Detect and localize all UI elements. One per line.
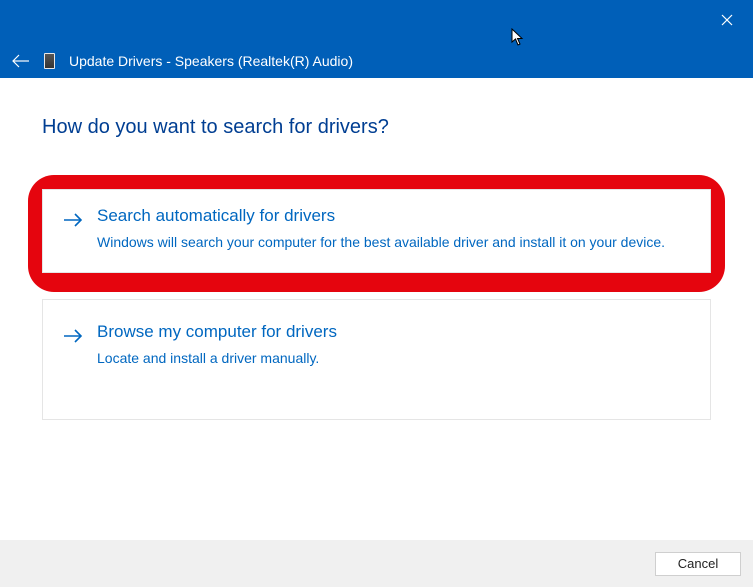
option-desc: Windows will search your computer for th… — [97, 232, 690, 252]
mouse-cursor — [511, 28, 525, 51]
option-title: Search automatically for drivers — [97, 206, 690, 226]
device-icon — [44, 53, 55, 69]
arrow-right-icon — [63, 324, 83, 348]
close-button[interactable] — [711, 8, 743, 32]
dialog-footer: Cancel — [0, 540, 753, 587]
option-title: Browse my computer for drivers — [97, 322, 690, 342]
close-icon — [721, 14, 733, 26]
titlebar: Update Drivers - Speakers (Realtek(R) Au… — [0, 0, 753, 78]
option-search-automatically[interactable]: Search automatically for drivers Windows… — [42, 189, 711, 273]
window-title: Update Drivers - Speakers (Realtek(R) Au… — [69, 53, 353, 69]
dialog-content: How do you want to search for drivers? S… — [0, 78, 753, 420]
highlight-annotation: Search automatically for drivers Windows… — [28, 175, 725, 292]
arrow-right-icon — [63, 208, 83, 232]
option-browse-manually[interactable]: Browse my computer for drivers Locate an… — [42, 299, 711, 419]
page-heading: How do you want to search for drivers? — [42, 116, 711, 139]
cancel-button[interactable]: Cancel — [655, 552, 741, 576]
back-arrow-icon — [12, 54, 30, 68]
option-desc: Locate and install a driver manually. — [97, 348, 690, 368]
back-button[interactable] — [12, 52, 30, 70]
